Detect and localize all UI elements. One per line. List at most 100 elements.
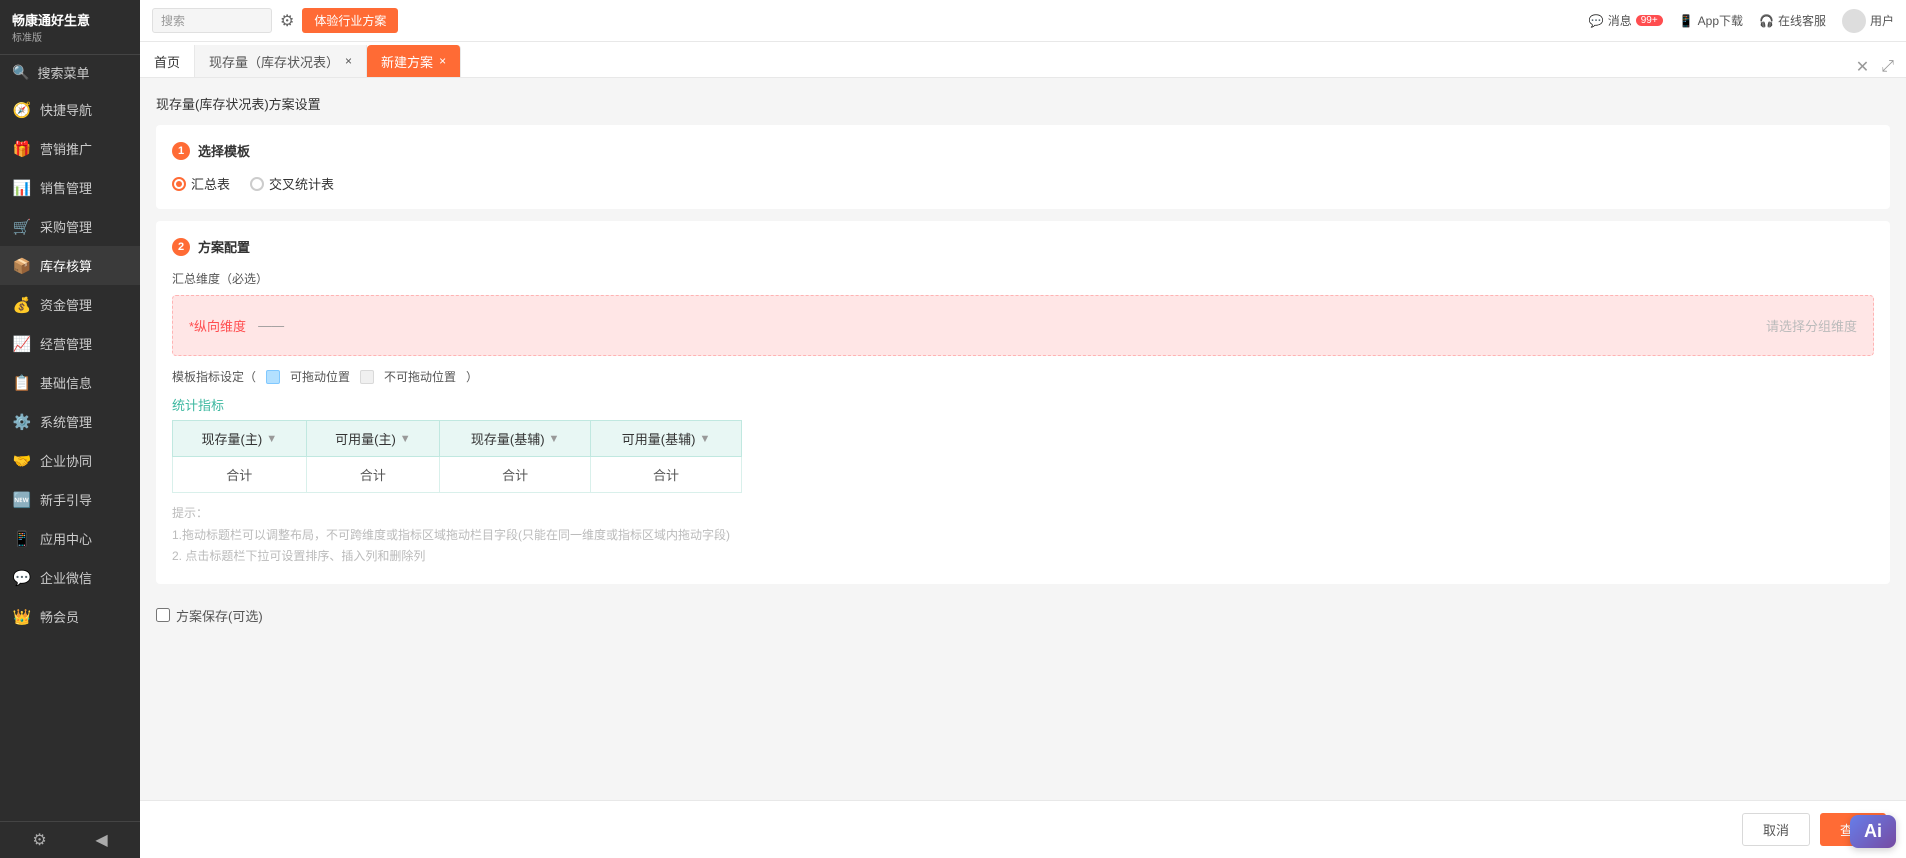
sidebar-item-member[interactable]: 👑 畅会员 bbox=[0, 597, 140, 636]
system-icon: ⚙️ bbox=[12, 413, 32, 431]
cell-2-0: 合计 bbox=[440, 457, 591, 493]
col-header-0[interactable]: 现存量(主) ▼ bbox=[173, 421, 307, 457]
tab-new-scheme-close[interactable]: × bbox=[439, 54, 446, 68]
dimension-required: *纵向维度 bbox=[189, 316, 246, 335]
quick-nav-icon: 🧭 bbox=[12, 101, 32, 119]
indicator-close-paren: ） bbox=[466, 368, 478, 385]
tips-section: 提示： 1.拖动标题栏可以调整布局，不可跨维度或指标区域拖动栏目字段(只能在同一… bbox=[172, 503, 1874, 568]
radio-summary[interactable]: 汇总表 bbox=[172, 174, 230, 193]
sidebar-item-inventory[interactable]: 📦 库存核算 bbox=[0, 246, 140, 285]
chevron-down-icon: ▼ bbox=[699, 433, 710, 445]
save-checkbox[interactable] bbox=[156, 608, 170, 622]
user-name: 用户 bbox=[1870, 12, 1894, 29]
radio-summary-label: 汇总表 bbox=[191, 174, 230, 193]
tab-new-scheme-label: 新建方案 bbox=[381, 52, 433, 71]
step2-title: 方案配置 bbox=[198, 237, 250, 256]
sidebar-item-marketing[interactable]: 🎁 营销推广 bbox=[0, 129, 140, 168]
save-option-label: 方案保存(可选) bbox=[176, 606, 263, 625]
collapse-btn[interactable]: ✕ bbox=[1852, 57, 1873, 77]
tab-home[interactable]: 首页 bbox=[140, 45, 195, 77]
sidebar-search[interactable]: 🔍 搜索菜单 bbox=[0, 55, 140, 90]
sidebar-item-guide[interactable]: 🆕 新手引导 bbox=[0, 480, 140, 519]
sidebar-item-system[interactable]: ⚙️ 系统管理 bbox=[0, 402, 140, 441]
message-label: 消息 bbox=[1608, 12, 1632, 29]
col-header-1[interactable]: 可用量(主) ▼ bbox=[306, 421, 440, 457]
sidebar-item-label: 资金管理 bbox=[40, 295, 92, 314]
radio-cross[interactable]: 交叉统计表 bbox=[250, 174, 334, 193]
sidebar-item-label: 畅会员 bbox=[40, 607, 79, 626]
finance-icon: 💰 bbox=[12, 296, 32, 314]
tip-1: 1.拖动标题栏可以调整布局，不可跨维度或指标区域拖动栏目字段(只能在同一维度或指… bbox=[172, 525, 1874, 547]
tab-home-label: 首页 bbox=[154, 52, 180, 71]
dimension-separator: —— bbox=[258, 318, 1754, 333]
topbar-search-box[interactable]: 搜索 bbox=[152, 8, 272, 33]
app-download-btn[interactable]: 📱 App下载 bbox=[1679, 12, 1743, 29]
sidebar-item-label: 采购管理 bbox=[40, 217, 92, 236]
sidebar-item-operations[interactable]: 📈 经营管理 bbox=[0, 324, 140, 363]
sidebar-item-label: 企业微信 bbox=[40, 568, 92, 587]
radio-summary-circle bbox=[172, 177, 186, 191]
sidebar-item-label: 库存核算 bbox=[40, 256, 92, 275]
chevron-down-icon: ▼ bbox=[400, 433, 411, 445]
topbar-settings-icon[interactable]: ⚙ bbox=[280, 11, 294, 31]
stats-title: 统计指标 bbox=[172, 395, 1874, 414]
dimension-box[interactable]: *纵向维度 —— 请选择分组维度 bbox=[172, 295, 1874, 356]
sidebar-item-wechat[interactable]: 💬 企业微信 bbox=[0, 558, 140, 597]
expand-btn[interactable]: ⤢ bbox=[1877, 58, 1898, 76]
online-service-btn[interactable]: 🎧 在线客服 bbox=[1759, 12, 1826, 29]
chevron-down-icon: ▼ bbox=[549, 433, 560, 445]
sidebar-item-label: 新手引导 bbox=[40, 490, 92, 509]
stats-table: 现存量(主) ▼ 可用量(主) ▼ bbox=[172, 420, 742, 493]
main-area: 搜索 ⚙ 体验行业方案 💬 消息 99+ 📱 App下载 🎧 在线客服 用户 bbox=[140, 0, 1906, 858]
chevron-down-icon: ▼ bbox=[266, 433, 277, 445]
app-subtitle: 标准版 bbox=[12, 29, 128, 44]
cancel-button[interactable]: 取消 bbox=[1742, 813, 1810, 846]
ai-badge[interactable]: Ai bbox=[1850, 815, 1896, 848]
tab-new-scheme[interactable]: 新建方案 × bbox=[367, 45, 461, 77]
step1-panel: 1 选择模板 汇总表 交叉统计表 bbox=[156, 125, 1890, 209]
sidebar-item-label: 基础信息 bbox=[40, 373, 92, 392]
guide-icon: 🆕 bbox=[12, 491, 32, 509]
sidebar-item-app-center[interactable]: 📱 应用中心 bbox=[0, 519, 140, 558]
tips-title: 提示： bbox=[172, 506, 208, 520]
trial-button[interactable]: 体验行业方案 bbox=[302, 8, 398, 33]
avatar bbox=[1842, 9, 1866, 33]
app-title: 畅康通好生意 bbox=[12, 10, 128, 29]
sidebar-item-label: 应用中心 bbox=[40, 529, 92, 548]
sidebar: 畅康通好生意 标准版 🔍 搜索菜单 🧭 快捷导航 🎁 营销推广 📊 销售管理 🛒… bbox=[0, 0, 140, 858]
step2-num: 2 bbox=[172, 238, 190, 256]
col-header-3[interactable]: 可用量(基辅) ▼ bbox=[591, 421, 742, 457]
sales-icon: 📊 bbox=[12, 179, 32, 197]
col-header-2[interactable]: 现存量(基辅) ▼ bbox=[440, 421, 591, 457]
sidebar-item-label: 系统管理 bbox=[40, 412, 92, 431]
tab-inventory-close[interactable]: × bbox=[345, 54, 352, 68]
page-title: 现存量(库存状况表)方案设置 bbox=[156, 94, 1890, 113]
sidebar-item-label: 企业协同 bbox=[40, 451, 92, 470]
sidebar-item-purchase[interactable]: 🛒 采购管理 bbox=[0, 207, 140, 246]
dimension-label: 汇总维度（必选） bbox=[172, 270, 1874, 287]
marketing-icon: 🎁 bbox=[12, 140, 32, 158]
sidebar-item-quick-nav[interactable]: 🧭 快捷导航 bbox=[0, 90, 140, 129]
headset-icon: 🎧 bbox=[1759, 14, 1774, 28]
tab-inventory-status[interactable]: 现存量（库存状况表） × bbox=[195, 45, 367, 77]
settings-btn[interactable]: ⚙ bbox=[32, 830, 46, 850]
nondraggable-tag bbox=[360, 370, 374, 384]
cooperation-icon: 🤝 bbox=[12, 452, 32, 470]
save-option: 方案保存(可选) bbox=[156, 596, 1890, 635]
purchase-icon: 🛒 bbox=[12, 218, 32, 236]
sidebar-item-finance[interactable]: 💰 资金管理 bbox=[0, 285, 140, 324]
message-btn[interactable]: 💬 消息 99+ bbox=[1589, 12, 1663, 29]
tip-2: 2. 点击标题栏下拉可设置排序、插入列和删除列 bbox=[172, 546, 1874, 568]
step2-panel: 2 方案配置 汇总维度（必选） *纵向维度 —— 请选择分组维度 模板指标设定（… bbox=[156, 221, 1890, 584]
sidebar-item-label: 销售管理 bbox=[40, 178, 92, 197]
sidebar-item-sales[interactable]: 📊 销售管理 bbox=[0, 168, 140, 207]
step1-header: 1 选择模板 bbox=[172, 141, 1874, 160]
online-service-label: 在线客服 bbox=[1778, 12, 1826, 29]
app-center-icon: 📱 bbox=[12, 530, 32, 548]
step1-title: 选择模板 bbox=[198, 141, 250, 160]
user-menu[interactable]: 用户 bbox=[1842, 9, 1894, 33]
topbar-search-placeholder: 搜索 bbox=[161, 12, 185, 29]
sidebar-item-basic-info[interactable]: 📋 基础信息 bbox=[0, 363, 140, 402]
help-btn[interactable]: ◀ bbox=[95, 830, 107, 850]
sidebar-item-cooperation[interactable]: 🤝 企业协同 bbox=[0, 441, 140, 480]
